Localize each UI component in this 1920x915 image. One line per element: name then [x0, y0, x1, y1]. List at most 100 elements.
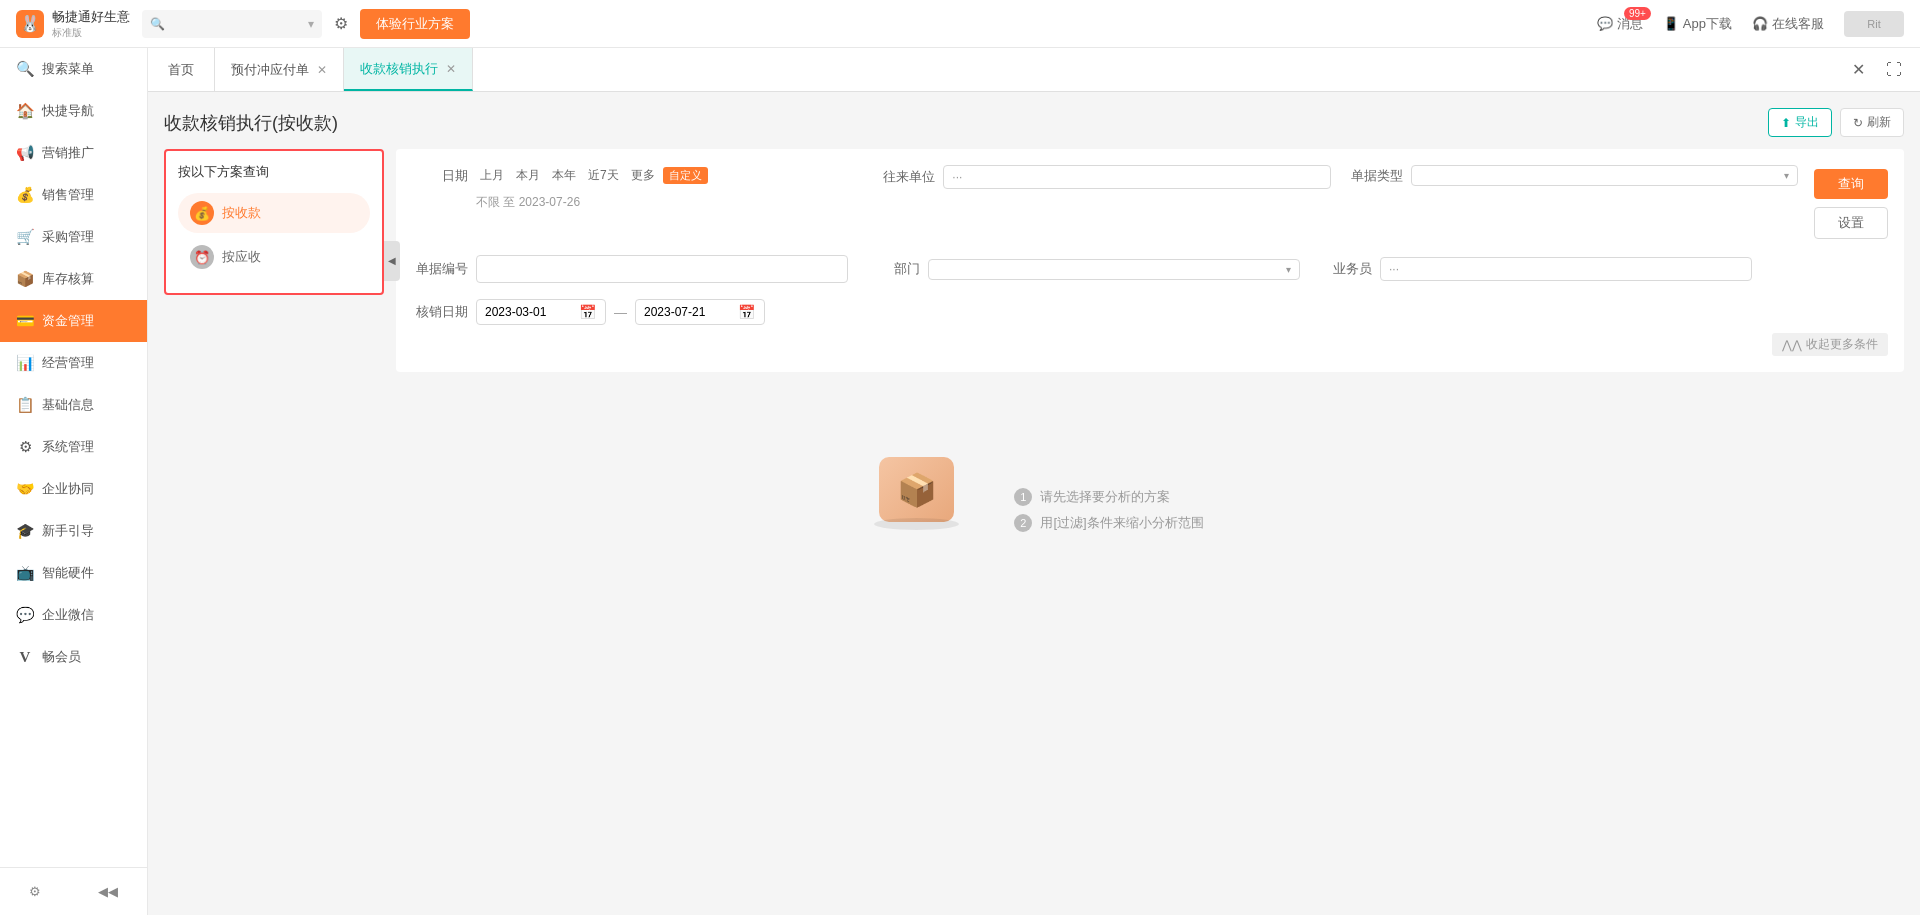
sidebar-item-label: 经营管理 — [42, 354, 94, 372]
export-icon: ⬆ — [1781, 116, 1791, 130]
last-month-btn[interactable]: 上月 — [476, 165, 508, 186]
close-tab-btn[interactable]: ✕ — [1844, 56, 1872, 84]
topbar-gear-icon[interactable]: ⚙ — [334, 14, 348, 33]
tab-prepay[interactable]: 预付冲应付单 ✕ — [215, 48, 344, 91]
writeoff-end-text[interactable] — [644, 305, 734, 319]
phone-icon: 📱 — [1663, 16, 1679, 31]
sidebar-item-search-menu[interactable]: 🔍 搜索菜单 — [0, 48, 147, 90]
this-month-btn[interactable]: 本月 — [512, 165, 544, 186]
settings-btn[interactable]: 设置 — [1814, 207, 1888, 239]
sidebar-item-basic-info[interactable]: 📋 基础信息 — [0, 384, 147, 426]
basic-info-icon: 📋 — [16, 396, 34, 414]
query-option-receipt-label: 按收款 — [222, 204, 261, 222]
sidebar-item-hardware[interactable]: 📺 智能硬件 — [0, 552, 147, 594]
sidebar-item-inventory[interactable]: 📦 库存核算 — [0, 258, 147, 300]
tab-receipt-writeoff[interactable]: 收款核销执行 ✕ — [344, 48, 473, 91]
collapse-icon: ◀◀ — [98, 884, 118, 899]
step-1-text: 请先选择要分析的方案 — [1040, 488, 1170, 506]
message-icon: 💬 — [1597, 16, 1613, 31]
home-icon: 🏠 — [16, 102, 34, 120]
empty-content: 📦 1 请先选择要分析的方案 2 用[过滤]条件来缩小分析范围 — [864, 432, 1203, 532]
sidebar-item-operations[interactable]: 📊 经营管理 — [0, 342, 147, 384]
tab-prepay-close[interactable]: ✕ — [317, 63, 327, 77]
export-btn[interactable]: ⬆ 导出 — [1768, 108, 1832, 137]
sidebar-item-guide[interactable]: 🎓 新手引导 — [0, 510, 147, 552]
tab-receipt-writeoff-close[interactable]: ✕ — [446, 62, 456, 76]
salesperson-field: 业务员 ··· — [1316, 257, 1752, 281]
doc-no-input[interactable] — [476, 255, 848, 283]
sidebar-item-purchase[interactable]: 🛒 采购管理 — [0, 216, 147, 258]
message-btn[interactable]: 💬 消息 99+ — [1597, 15, 1643, 33]
doc-type-select[interactable]: ▾ — [1411, 165, 1798, 186]
inventory-icon: 📦 — [16, 270, 34, 288]
salesperson-select[interactable]: ··· — [1380, 257, 1752, 281]
query-option-by-receivable[interactable]: ⏰ 按应收 — [178, 237, 370, 277]
doc-type-label: 单据类型 — [1347, 167, 1403, 185]
filter-layout: 按以下方案查询 💰 按收款 ⏰ 按应收 ◀ — [164, 149, 1904, 372]
custom-date-btn[interactable]: 自定义 — [663, 167, 708, 184]
topbar-right: 💬 消息 99+ 📱 App下载 🎧 在线客服 Rit — [1597, 11, 1904, 37]
writeoff-start-text[interactable] — [485, 305, 575, 319]
logo: 🐰 畅捷通好生意 标准版 — [16, 8, 130, 40]
writeoff-end-cal-icon[interactable]: 📅 — [738, 304, 755, 320]
empty-step-1: 1 请先选择要分析的方案 — [1014, 488, 1170, 506]
sidebar-settings-btn[interactable]: ⚙ — [21, 876, 49, 907]
more-date-btn[interactable]: 更多 — [627, 165, 659, 186]
tab-right-actions: ✕ ⛶ — [1844, 56, 1920, 84]
last-7-days-btn[interactable]: 近7天 — [584, 165, 623, 186]
tab-home[interactable]: 首页 — [148, 48, 215, 91]
guide-icon: 🎓 — [16, 522, 34, 540]
counterparty-placeholder: ··· — [952, 170, 962, 184]
expand-tab-btn[interactable]: ⛶ — [1880, 56, 1908, 84]
empty-box: 📦 — [879, 457, 954, 522]
query-option-by-receipt[interactable]: 💰 按收款 — [178, 193, 370, 233]
writeoff-date-end-input[interactable]: 📅 — [635, 299, 765, 325]
writeoff-date-start-input[interactable]: 📅 — [476, 299, 606, 325]
tab-prepay-label: 预付冲应付单 — [231, 61, 309, 79]
sidebar-item-label: 库存核算 — [42, 270, 94, 288]
page-title: 收款核销执行(按收款) — [164, 111, 338, 135]
funds-icon: 💳 — [16, 312, 34, 330]
sidebar-item-label: 基础信息 — [42, 396, 94, 414]
topbar-search-box[interactable]: 🔍 ▾ — [142, 10, 322, 38]
sidebar-item-label: 营销推广 — [42, 144, 94, 162]
sidebar-item-wechat[interactable]: 💬 企业微信 — [0, 594, 147, 636]
sidebar-item-funds[interactable]: 💳 资金管理 — [0, 300, 147, 342]
sidebar-item-label: 畅会员 — [42, 648, 81, 666]
tab-receipt-writeoff-label: 收款核销执行 — [360, 60, 438, 78]
hardware-icon: 📺 — [16, 564, 34, 582]
writeoff-start-cal-icon[interactable]: 📅 — [579, 304, 596, 320]
department-select[interactable]: ▾ — [928, 259, 1300, 280]
industry-btn[interactable]: 体验行业方案 — [360, 9, 470, 39]
counterparty-field: 往来单位 ··· — [879, 165, 1330, 189]
refresh-icon: ↻ — [1853, 116, 1863, 130]
sidebar-item-enterprise[interactable]: 🤝 企业协同 — [0, 468, 147, 510]
app-download-btn[interactable]: 📱 App下载 — [1663, 15, 1732, 33]
user-avatar[interactable]: Rit — [1844, 11, 1904, 37]
refresh-btn[interactable]: ↻ 刷新 — [1840, 108, 1904, 137]
sidebar-item-member[interactable]: V 畅会员 — [0, 636, 147, 678]
filter-date-section: 日期 上月 本月 本年 近7天 更多 自定义 — [412, 165, 863, 211]
online-service-btn[interactable]: 🎧 在线客服 — [1752, 15, 1824, 33]
sidebar-item-system[interactable]: ⚙ 系统管理 — [0, 426, 147, 468]
sidebar-collapse-btn[interactable]: ◀◀ — [90, 876, 126, 907]
sidebar-item-sales[interactable]: 💰 销售管理 — [0, 174, 147, 216]
sidebar: 🔍 搜索菜单 🏠 快捷导航 📢 营销推广 💰 销售管理 🛒 采购管理 📦 库存核… — [0, 48, 148, 915]
counterparty-label: 往来单位 — [879, 168, 935, 186]
operations-icon: 📊 — [16, 354, 34, 372]
app-download-label: App下载 — [1683, 15, 1732, 33]
search-icon: 🔍 — [150, 17, 165, 31]
counterparty-select[interactable]: ··· — [943, 165, 1330, 189]
content-area: 首页 预付冲应付单 ✕ 收款核销执行 ✕ ✕ ⛶ 收款核销执行(按收款) — [148, 48, 1920, 915]
query-panel-collapse-btn[interactable]: ◀ — [384, 241, 400, 281]
step-1-num: 1 — [1014, 488, 1032, 506]
sidebar-item-marketing[interactable]: 📢 营销推广 — [0, 132, 147, 174]
this-year-btn[interactable]: 本年 — [548, 165, 580, 186]
filter-form: 日期 上月 本月 本年 近7天 更多 自定义 — [396, 149, 1904, 372]
date-no-limit-text: 不限 至 2023-07-26 — [476, 194, 580, 211]
writeoff-date-label: 核销日期 — [412, 303, 468, 321]
sidebar-item-quick-nav[interactable]: 🏠 快捷导航 — [0, 90, 147, 132]
query-btn[interactable]: 查询 — [1814, 169, 1888, 199]
sidebar-bottom: ⚙ ◀◀ — [0, 867, 147, 915]
collapse-more-btn[interactable]: ⋀⋀ 收起更多条件 — [1772, 333, 1888, 356]
